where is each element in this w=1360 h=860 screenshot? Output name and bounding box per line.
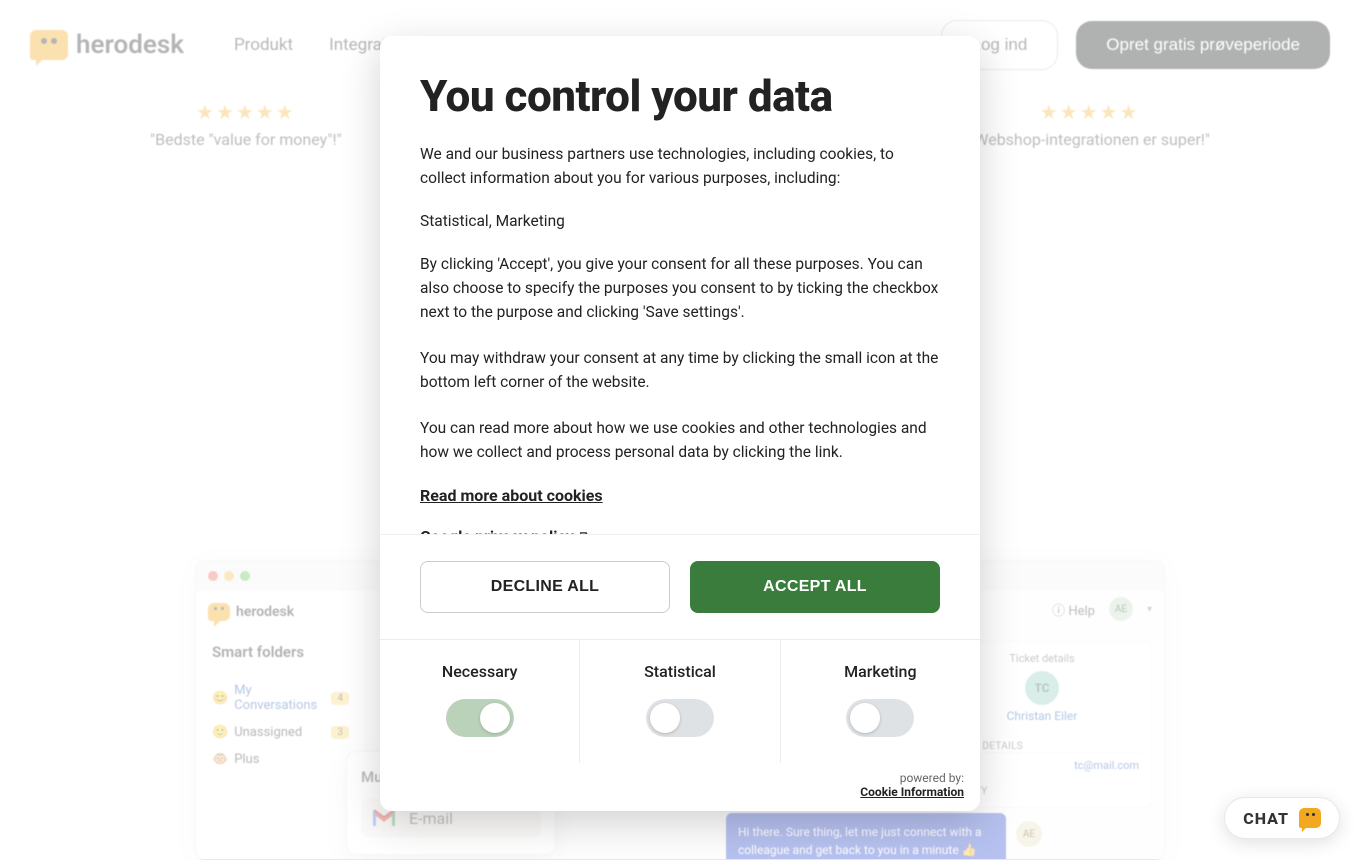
chat-launcher[interactable]: CHAT (1224, 797, 1340, 839)
accept-all-button[interactable]: ACCEPT ALL (690, 561, 940, 613)
modal-action-row: DECLINE ALL ACCEPT ALL (380, 534, 980, 639)
cookies-info-link[interactable]: Read more about cookies (420, 486, 603, 505)
chat-label: CHAT (1243, 809, 1289, 828)
chat-bubble-icon (1299, 808, 1321, 828)
marketing-toggle[interactable] (846, 699, 914, 737)
consent-necessary: Necessary (380, 640, 580, 763)
cookie-consent-modal: You control your data We and our busines… (380, 36, 980, 811)
modal-title: You control your data (420, 70, 940, 122)
necessary-toggle (446, 699, 514, 737)
toggle-label: Necessary (390, 662, 569, 681)
consent-toggle-row: Necessary Statistical Marketing (380, 639, 980, 763)
modal-scroll-area[interactable]: You control your data We and our busines… (380, 36, 980, 534)
decline-all-button[interactable]: DECLINE ALL (420, 561, 670, 613)
consent-marketing: Marketing (781, 640, 980, 763)
modal-footer: powered by: Cookie Information (380, 763, 980, 811)
toggle-label: Statistical (590, 662, 769, 681)
cookie-information-link[interactable]: Cookie Information (396, 785, 964, 799)
powered-label: powered by: (900, 771, 964, 785)
consent-statistical: Statistical (580, 640, 780, 763)
toggle-label: Marketing (791, 662, 970, 681)
modal-readmore-text: You can read more about how we use cooki… (420, 416, 940, 464)
modal-intro: We and our business partners use technol… (420, 142, 940, 190)
modal-categories: Statistical, Marketing (420, 212, 940, 230)
modal-withdraw-text: You may withdraw your consent at any tim… (420, 346, 940, 394)
modal-consent-text: By clicking 'Accept', you give your cons… (420, 252, 940, 324)
statistical-toggle[interactable] (646, 699, 714, 737)
google-privacy-link[interactable]: Google privacy policy ⧉ (420, 527, 588, 534)
